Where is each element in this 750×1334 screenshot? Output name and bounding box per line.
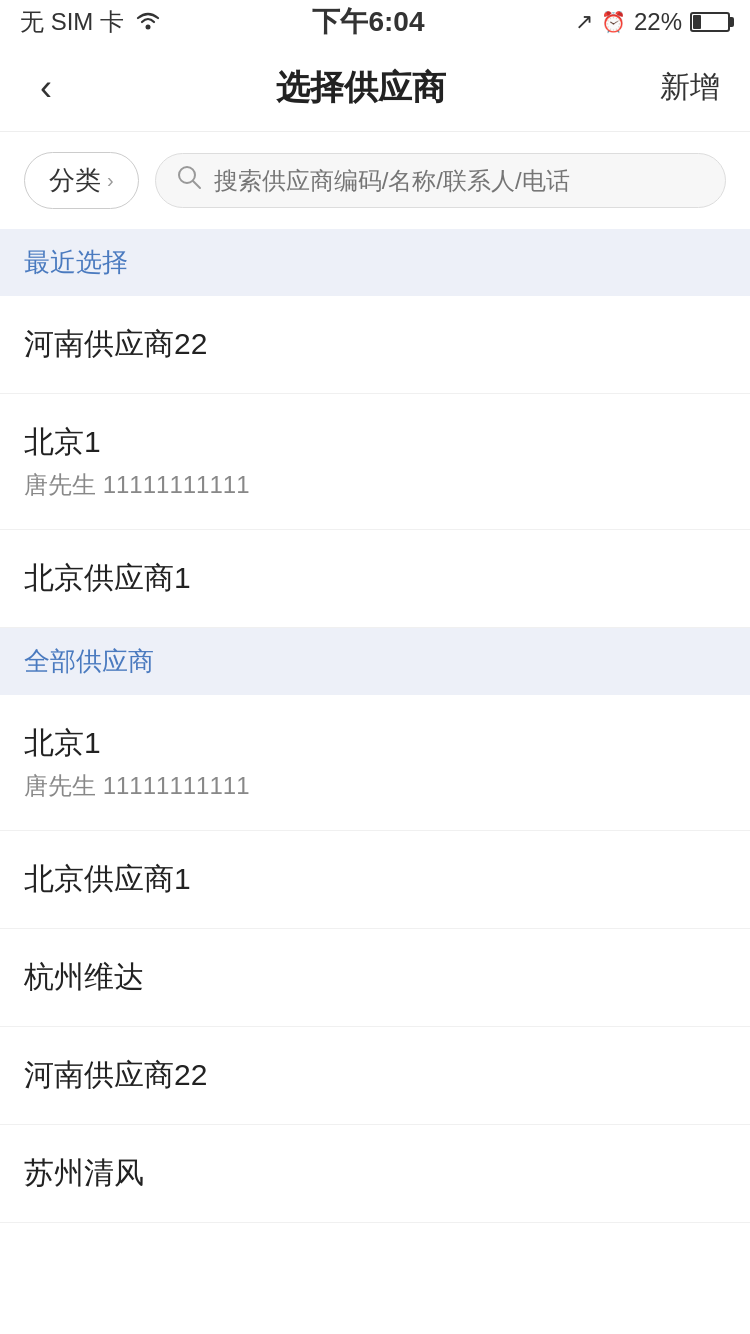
- battery-icon: [690, 12, 730, 32]
- battery-percent: 22%: [634, 8, 682, 36]
- category-button[interactable]: 分类 ›: [24, 152, 139, 209]
- list-item[interactable]: 北京供应商1: [0, 530, 750, 628]
- svg-line-2: [193, 181, 200, 188]
- search-icon: [176, 164, 202, 197]
- list-item[interactable]: 河南供应商22: [0, 1027, 750, 1125]
- list-item[interactable]: 北京供应商1: [0, 831, 750, 929]
- status-time: 下午6:04: [312, 3, 424, 41]
- list-item[interactable]: 杭州维达: [0, 929, 750, 1027]
- search-input[interactable]: [214, 167, 705, 195]
- item-name: 北京1: [24, 422, 726, 463]
- list-item[interactable]: 河南供应商22: [0, 296, 750, 394]
- category-label: 分类: [49, 163, 101, 198]
- svg-point-0: [146, 25, 151, 30]
- status-bar: 无 SIM 卡 下午6:04 ↗ ⏰ 22%: [0, 0, 750, 44]
- add-button[interactable]: 新增: [660, 67, 720, 108]
- all-section-label: 全部供应商: [24, 646, 154, 676]
- item-name: 北京1: [24, 723, 726, 764]
- item-name: 杭州维达: [24, 957, 726, 998]
- item-name: 河南供应商22: [24, 1055, 726, 1096]
- all-section-header: 全部供应商: [0, 628, 750, 695]
- filter-bar: 分类 ›: [0, 132, 750, 229]
- no-sim-label: 无 SIM 卡: [20, 6, 124, 38]
- item-name: 河南供应商22: [24, 324, 726, 365]
- all-items-list: 北京1 唐先生 11111111111 北京供应商1 杭州维达河南供应商22 苏州清风: [0, 695, 750, 1223]
- recent-section-label: 最近选择: [24, 247, 128, 277]
- wifi-icon: [134, 8, 162, 36]
- list-item[interactable]: 北京1 唐先生 11111111111: [0, 394, 750, 530]
- item-sub: 唐先生 11111111111: [24, 469, 726, 501]
- item-name: 北京供应商1: [24, 859, 726, 900]
- recent-items-list: 河南供应商22 北京1 唐先生 11111111111 北京供应商1: [0, 296, 750, 628]
- alarm-icon: ⏰: [601, 10, 626, 34]
- list-item[interactable]: 北京1 唐先生 11111111111: [0, 695, 750, 831]
- nav-bar: ‹ 选择供应商 新增: [0, 44, 750, 132]
- item-sub: 唐先生 11111111111: [24, 770, 726, 802]
- recent-section-header: 最近选择: [0, 229, 750, 296]
- page-title: 选择供应商: [276, 65, 446, 111]
- item-name: 北京供应商1: [24, 558, 726, 599]
- chevron-right-icon: ›: [107, 169, 114, 192]
- back-button[interactable]: ‹: [30, 57, 62, 119]
- list-item[interactable]: 苏州清风: [0, 1125, 750, 1223]
- status-left: 无 SIM 卡: [20, 6, 162, 38]
- item-name: 苏州清风: [24, 1153, 726, 1194]
- status-right: ↗ ⏰ 22%: [575, 8, 730, 36]
- search-box[interactable]: [155, 153, 726, 208]
- location-icon: ↗: [575, 9, 593, 35]
